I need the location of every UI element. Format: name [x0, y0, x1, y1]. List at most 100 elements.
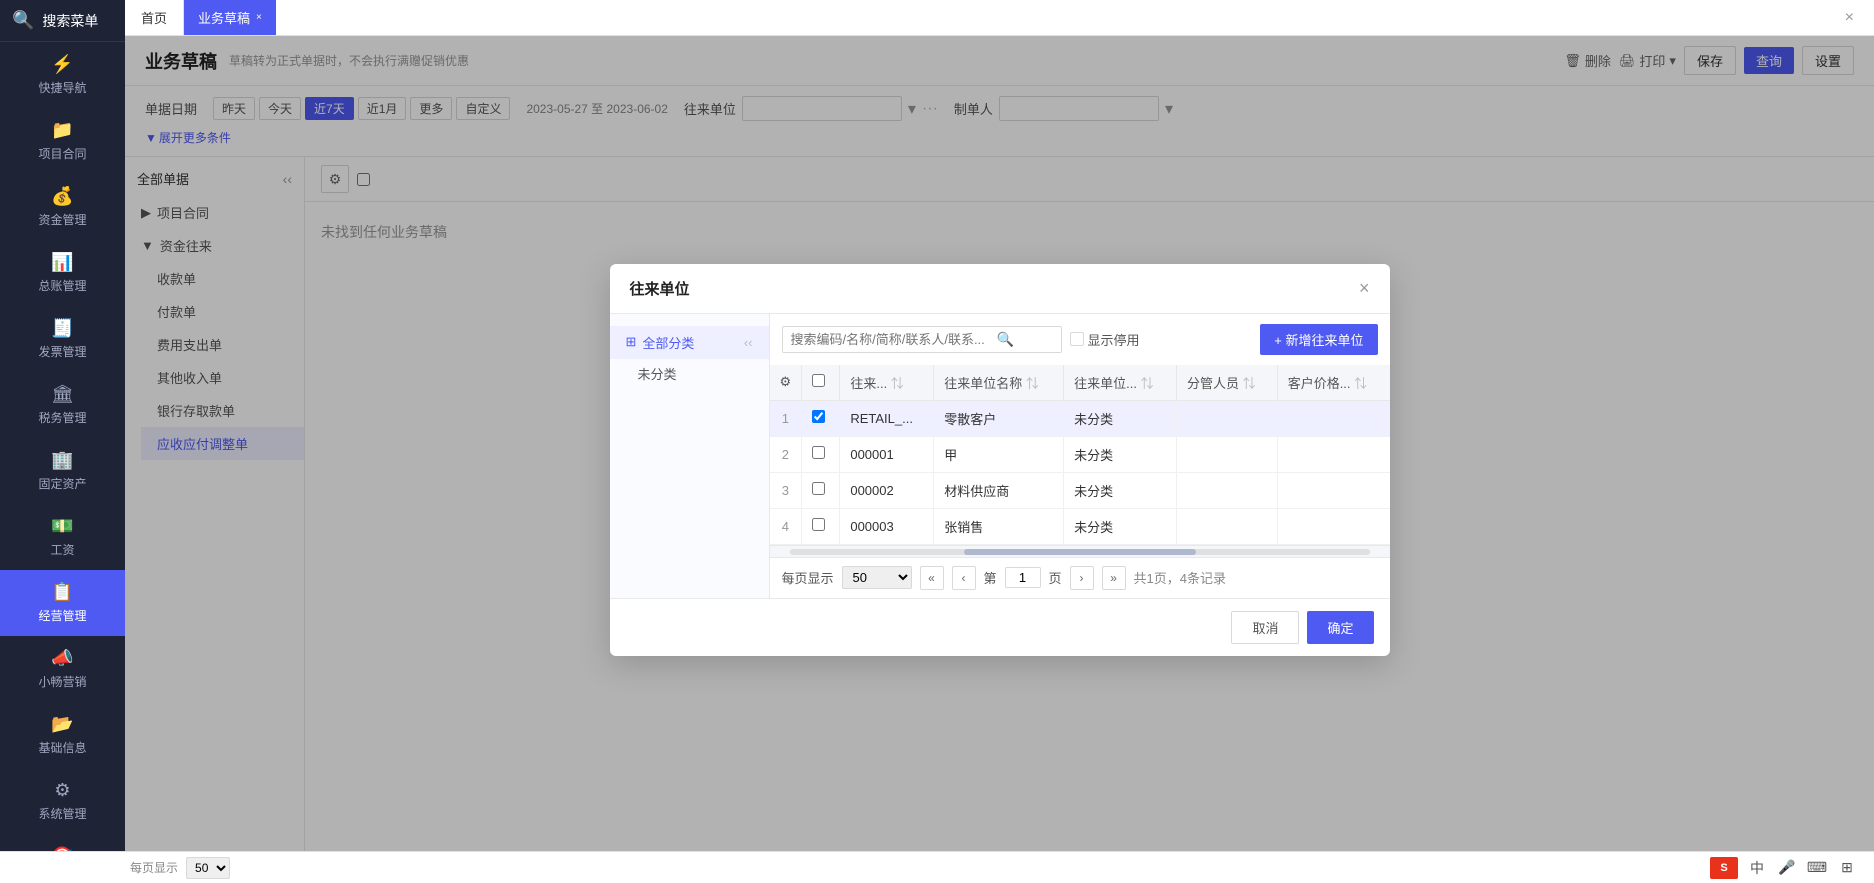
row-manager [1177, 472, 1278, 508]
window-close-button[interactable]: × [1837, 9, 1862, 27]
per-page-label: 每页显示 [130, 859, 178, 876]
sidebar-item-payroll[interactable]: 💵 工资 [0, 504, 125, 570]
bottom-icon-mic: 🎤 [1776, 857, 1798, 879]
sidebar-item-marketing[interactable]: 📣 小畅营销 [0, 636, 125, 702]
row-category: 未分类 [1064, 400, 1177, 436]
search-box: 🔍 [782, 326, 1062, 353]
sidebar-item-label: 基础信息 [38, 739, 86, 756]
page-unit: 页 [1049, 568, 1062, 587]
row-category: 未分类 [1064, 436, 1177, 472]
sidebar-item-label: 总账管理 [38, 277, 86, 294]
show-disabled-checkbox[interactable] [1070, 332, 1084, 346]
row-code: RETAIL_... [840, 400, 934, 436]
tree-item-all[interactable]: ⊞ 全部分类 ‹‹ [610, 326, 769, 359]
dialog-close-button[interactable]: × [1359, 279, 1370, 297]
invoice-icon: 🧾 [51, 318, 73, 339]
tree-sub-uncategorized[interactable]: 未分类 [610, 359, 769, 388]
sidebar-item-system[interactable]: ⚙ 系统管理 [0, 768, 125, 834]
table-row[interactable]: 1 RETAIL_... 零散客户 未分类 [770, 400, 1390, 436]
marketing-icon: 📣 [51, 648, 73, 669]
search-icon: 🔍 [997, 331, 1014, 348]
cancel-button[interactable]: 取消 [1231, 611, 1299, 644]
row-check[interactable] [802, 472, 840, 508]
dialog-partner: 往来单位 × ⊞ 全部分类 ‹‹ 未分类 🔍 [610, 264, 1390, 656]
row-category: 未分类 [1064, 508, 1177, 544]
row-name: 零散客户 [934, 400, 1064, 436]
dialog-pagination: 每页显示 50 20 100 « ‹ 第 页 › » 共1页，4条记录 [770, 557, 1390, 598]
sidebar-item-label: 资金管理 [38, 211, 86, 228]
dialog-title: 往来单位 [630, 278, 690, 299]
topbar-tab-draft[interactable]: 业务草稿 × [184, 0, 276, 35]
row-check[interactable] [802, 508, 840, 544]
page-prev-button[interactable]: ‹ [952, 566, 976, 590]
accounts-icon: 📊 [51, 252, 73, 273]
basic-icon: 📂 [51, 714, 73, 735]
table-row[interactable]: 4 000003 张销售 未分类 [770, 508, 1390, 544]
topbar-right: × [1837, 9, 1874, 27]
sidebar-item-accounts[interactable]: 📊 总账管理 [0, 240, 125, 306]
sidebar-item-tax[interactable]: 🏛 税务管理 [0, 372, 125, 438]
sidebar-item-ops[interactable]: 📋 经营管理 [0, 570, 125, 636]
sidebar-item-label: 固定资产 [38, 475, 86, 492]
row-code: 000002 [840, 472, 934, 508]
bottom-page-size-select[interactable]: 50 [186, 857, 230, 879]
sidebar-item-label: 税务管理 [38, 409, 86, 426]
dialog-select-all[interactable] [812, 374, 825, 387]
table-row[interactable]: 3 000002 材料供应商 未分类 [770, 472, 1390, 508]
search-input[interactable] [791, 332, 991, 347]
table-row[interactable]: 2 000001 甲 未分类 [770, 436, 1390, 472]
row-price [1277, 508, 1389, 544]
sidebar-item-fixed-assets[interactable]: 🏢 固定资产 [0, 438, 125, 504]
sidebar-item-quick-nav[interactable]: ⚡ 快捷导航 [0, 42, 125, 108]
bottom-left: 每页显示 50 [130, 857, 230, 879]
col-name: 往来单位名称 ⇅ [934, 365, 1064, 401]
row-code: 000003 [840, 508, 934, 544]
sidebar-logo: 🔍 搜索菜单 [0, 0, 125, 42]
confirm-button[interactable]: 确定 [1307, 611, 1373, 644]
dialog-table: ⚙ 往来... ⇅ 往来单位名称 ⇅ 往来单位... ⇅ 分管人员 ⇅ 客户价格… [770, 365, 1390, 545]
page-first-button[interactable]: « [920, 566, 944, 590]
dialog-right: 🔍 显示停用 + 新增往来单位 ⚙ [770, 314, 1390, 598]
row-num: 3 [770, 472, 802, 508]
bottom-bar: 每页显示 50 S 中 🎤 ⌨ ⊞ [0, 851, 1874, 883]
sidebar-item-label: 经营管理 [38, 607, 86, 624]
sidebar-item-project[interactable]: 📁 项目合同 [0, 108, 125, 174]
topbar-home[interactable]: 首页 [125, 0, 184, 35]
sidebar-item-invoice[interactable]: 🧾 发票管理 [0, 306, 125, 372]
payroll-icon: 💵 [51, 516, 73, 537]
dialog-header: 往来单位 × [610, 264, 1390, 314]
per-page-label: 每页显示 [782, 568, 834, 587]
tab-close-icon[interactable]: × [256, 12, 262, 23]
dialog-body: ⊞ 全部分类 ‹‹ 未分类 🔍 显示停用 [610, 314, 1390, 598]
logo-text: 搜索菜单 [42, 11, 98, 31]
page-size-select[interactable]: 50 20 100 [842, 566, 912, 589]
row-manager [1177, 436, 1278, 472]
page-last-button[interactable]: » [1102, 566, 1126, 590]
tax-icon: 🏛 [51, 384, 74, 405]
scrollbar-track [790, 549, 1370, 555]
row-category: 未分类 [1064, 472, 1177, 508]
system-icon: ⚙ [54, 780, 70, 801]
sidebar-item-basic[interactable]: 📂 基础信息 [0, 702, 125, 768]
tree-item-label: 全部分类 [642, 333, 694, 352]
sidebar-item-finance[interactable]: 💰 资金管理 [0, 174, 125, 240]
row-num: 4 [770, 508, 802, 544]
sidebar-item-label: 工资 [50, 541, 74, 558]
row-check[interactable] [802, 436, 840, 472]
sidebar-item-label: 系统管理 [38, 805, 86, 822]
page-number-input[interactable] [1005, 567, 1041, 588]
row-price [1277, 436, 1389, 472]
page-next-button[interactable]: › [1070, 566, 1094, 590]
dialog-scrollbar[interactable] [770, 545, 1390, 557]
col-category: 往来单位... ⇅ [1064, 365, 1177, 401]
row-check[interactable] [802, 400, 840, 436]
show-disabled-toggle[interactable]: 显示停用 [1070, 330, 1140, 349]
add-new-partner-button[interactable]: + 新增往来单位 [1260, 324, 1377, 355]
sidebar-item-label: 快捷导航 [38, 79, 86, 96]
tree-collapse-icon: ‹‹ [744, 335, 753, 350]
modal-overlay: 往来单位 × ⊞ 全部分类 ‹‹ 未分类 🔍 [125, 36, 1874, 883]
bottom-right: S 中 🎤 ⌨ ⊞ [1710, 857, 1858, 879]
dialog-tree: ⊞ 全部分类 ‹‹ 未分类 [610, 314, 770, 598]
ops-icon: 📋 [51, 582, 73, 603]
sidebar-item-label: 小畅营销 [38, 673, 86, 690]
